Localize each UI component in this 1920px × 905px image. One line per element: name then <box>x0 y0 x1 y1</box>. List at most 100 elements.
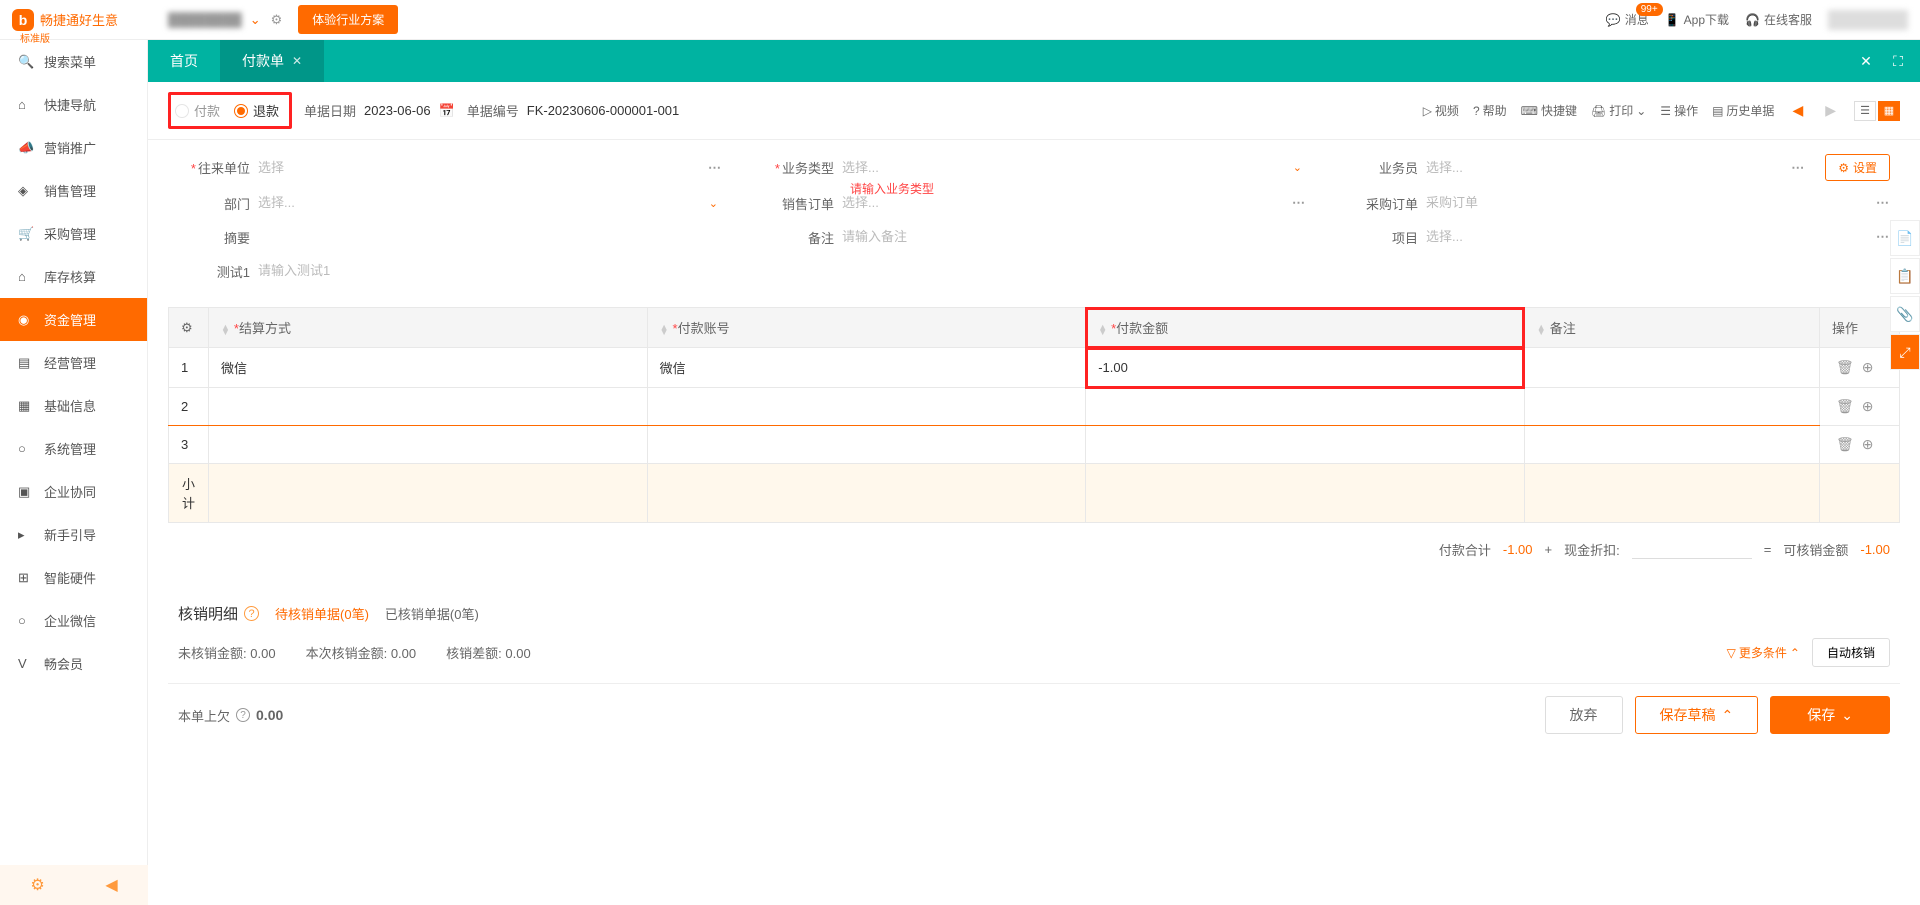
close-icon[interactable]: ✕ <box>292 54 302 68</box>
chevron-down-icon[interactable]: ⌄ <box>705 197 722 210</box>
settings-button[interactable]: ⚙ 设置 <box>1825 154 1890 181</box>
salesorder-lookup-icon[interactable]: ⋯ <box>1292 195 1306 211</box>
chevron-down-icon: ⌄ <box>1841 707 1853 724</box>
unit-input[interactable] <box>258 156 708 180</box>
sidebar-item-7[interactable]: ▤经营管理 <box>0 341 147 384</box>
print-link[interactable]: 🖨打印⌄ <box>1591 102 1646 119</box>
sidebar-item-0[interactable]: 🔍搜索菜单 <box>0 40 147 83</box>
gear-icon[interactable]: ⚙ <box>271 12 283 28</box>
view-list-icon[interactable]: ☰ <box>1854 101 1876 121</box>
auto-verify-button[interactable]: 自动核销 <box>1812 638 1890 667</box>
fullscreen-icon[interactable]: ⛶ <box>1886 53 1910 70</box>
operate-link[interactable]: ☰操作 <box>1660 102 1698 119</box>
delete-icon[interactable]: 🗑 <box>1836 436 1854 452</box>
dept-input[interactable] <box>258 191 705 215</box>
project-lookup-icon[interactable]: ⋯ <box>1876 229 1890 245</box>
logo-edition: 标准版 <box>20 30 50 45</box>
sidebar-item-8[interactable]: ▦基础信息 <box>0 384 147 427</box>
side-draft-icon[interactable]: 📋 <box>1890 258 1920 294</box>
side-note-icon[interactable]: 📄 <box>1890 220 1920 256</box>
messages-link[interactable]: 💬 消息 99+ <box>1606 11 1649 28</box>
nav-icon: V <box>18 656 34 672</box>
chevron-down-icon[interactable]: ⌄ <box>250 12 261 28</box>
cancel-button[interactable]: 放弃 <box>1545 696 1623 734</box>
tab-home[interactable]: 首页 <box>148 40 220 82</box>
chevron-down-icon: ⌄ <box>1636 104 1646 118</box>
prev-arrow-icon[interactable]: ◀ <box>1788 102 1807 119</box>
settings-icon[interactable]: ⚙ <box>30 875 44 895</box>
payment-table: ⚙ ▲▼*结算方式 ▲▼*付款账号 ▲▼*付款金额 ▲▼备注 操作 1 微信 微… <box>168 307 1900 523</box>
more-conditions-link[interactable]: ▽更多条件⌃ <box>1727 644 1800 661</box>
nav-icon: ◉ <box>18 312 34 328</box>
biztype-input[interactable] <box>842 156 1289 180</box>
sidebar-item-13[interactable]: ○企业微信 <box>0 599 147 642</box>
sidebar-item-14[interactable]: V畅会员 <box>0 642 147 685</box>
support-link[interactable]: 🎧 在线客服 <box>1745 11 1812 28</box>
sidebar-item-11[interactable]: ▸新手引导 <box>0 513 147 556</box>
pay-total: -1.00 <box>1503 542 1533 557</box>
logo-text: 畅捷通好生意 <box>40 10 118 29</box>
radio-refund[interactable]: 退款 <box>234 101 279 120</box>
next-arrow-icon[interactable]: ▶ <box>1821 102 1840 119</box>
table-row[interactable]: 1 微信 微信 -1.00 🗑⊕ <box>169 348 1900 388</box>
view-form-icon[interactable]: ▦ <box>1878 101 1900 121</box>
staff-lookup-icon[interactable]: ⋯ <box>1791 160 1805 176</box>
purchaseorder-input[interactable] <box>1426 191 1876 215</box>
nav-icon: ◈ <box>18 183 34 199</box>
add-icon[interactable]: ⊕ <box>1862 359 1874 375</box>
test1-input[interactable] <box>258 259 722 283</box>
app-download-link[interactable]: 📱 App下载 <box>1665 11 1729 28</box>
table-row[interactable]: 3 🗑⊕ <box>169 426 1900 464</box>
logo-icon: b <box>12 9 34 31</box>
save-button[interactable]: 保存⌄ <box>1770 696 1890 734</box>
phone-icon: 📱 <box>1665 13 1680 27</box>
summary-input[interactable] <box>258 225 722 249</box>
gear-icon[interactable]: ⚙ <box>181 320 193 335</box>
tab-done[interactable]: 已核销单据(0笔) <box>385 604 479 623</box>
video-link[interactable]: ▷视频 <box>1423 102 1459 119</box>
help-icon[interactable]: ? <box>236 708 250 722</box>
nav-icon: ▣ <box>18 484 34 500</box>
delete-icon[interactable]: 🗑 <box>1836 359 1854 375</box>
help-icon[interactable]: ? <box>244 606 259 621</box>
purchaseorder-lookup-icon[interactable]: ⋯ <box>1876 195 1890 211</box>
project-input[interactable] <box>1426 225 1876 249</box>
unit-lookup-icon[interactable]: ⋯ <box>708 160 722 176</box>
add-icon[interactable]: ⊕ <box>1862 398 1874 414</box>
save-draft-button[interactable]: 保存草稿⌃ <box>1635 696 1759 734</box>
discount-input[interactable] <box>1632 539 1752 559</box>
history-link[interactable]: ▤历史单据 <box>1712 102 1774 119</box>
tab-payment[interactable]: 付款单 ✕ <box>220 40 324 82</box>
company-selector[interactable]: ████████ <box>168 12 242 27</box>
tab-pending[interactable]: 待核销单据(0笔) <box>275 604 369 623</box>
chevron-down-icon[interactable]: ⌄ <box>1289 161 1306 174</box>
sidebar-item-2[interactable]: 📣营销推广 <box>0 126 147 169</box>
sidebar-item-4[interactable]: 🛒采购管理 <box>0 212 147 255</box>
sidebar-item-10[interactable]: ▣企业协同 <box>0 470 147 513</box>
trial-button[interactable]: 体验行业方案 <box>298 5 398 34</box>
add-icon[interactable]: ⊕ <box>1862 436 1874 452</box>
sidebar-item-9[interactable]: ○系统管理 <box>0 427 147 470</box>
date-value[interactable]: 2023-06-06 <box>364 103 431 118</box>
sidebar-item-6[interactable]: ◉资金管理 <box>0 298 147 341</box>
remark-input[interactable] <box>842 225 1306 249</box>
table-row[interactable]: 2 🗑⊕ <box>169 388 1900 426</box>
print-icon: 🖨 <box>1591 104 1606 118</box>
tab-close-all-icon[interactable]: ✕ <box>1854 53 1878 70</box>
help-link[interactable]: ?帮助 <box>1473 102 1507 119</box>
side-attach-icon[interactable]: 📎 <box>1890 296 1920 332</box>
radio-pay[interactable]: 付款 <box>175 101 220 120</box>
sidebar-item-3[interactable]: ◈销售管理 <box>0 169 147 212</box>
user-menu[interactable] <box>1828 10 1908 30</box>
delete-icon[interactable]: 🗑 <box>1836 398 1854 414</box>
sidebar-item-12[interactable]: ⊞智能硬件 <box>0 556 147 599</box>
play-icon: ▷ <box>1423 104 1432 118</box>
staff-input[interactable] <box>1426 156 1791 180</box>
side-expand-icon[interactable]: ⤢ <box>1890 334 1920 370</box>
sidebar-item-5[interactable]: ⌂库存核算 <box>0 255 147 298</box>
calendar-icon[interactable]: 📅 <box>439 103 455 119</box>
collapse-icon[interactable]: ◀ <box>105 875 117 895</box>
shortcut-link[interactable]: ⌨快捷键 <box>1521 102 1577 119</box>
sidebar-item-1[interactable]: ⌂快捷导航 <box>0 83 147 126</box>
chat-icon: 💬 <box>1606 13 1621 27</box>
